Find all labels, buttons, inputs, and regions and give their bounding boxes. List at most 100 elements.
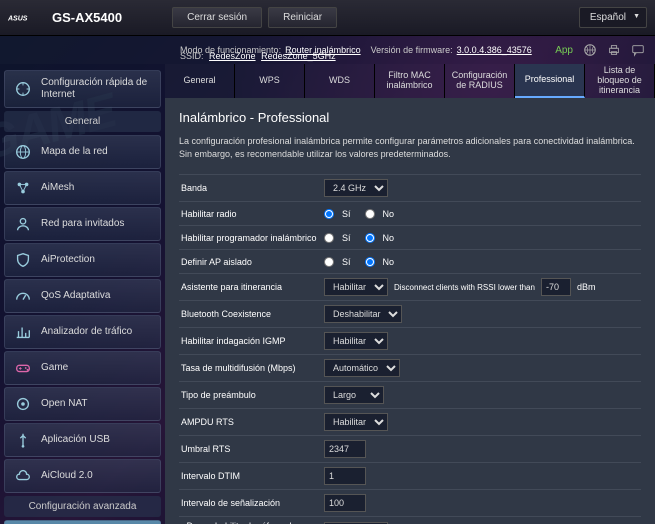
rssi-input[interactable] — [541, 278, 571, 296]
reboot-button[interactable]: Reiniciar — [268, 7, 337, 28]
roaming-label: Asistente para itinerancia — [179, 282, 324, 292]
tab-roaming-block[interactable]: Lista de bloqueo de itinerancia — [585, 64, 655, 98]
printer-icon[interactable] — [607, 43, 621, 57]
igmp-select[interactable]: Habilitar — [324, 332, 388, 350]
roaming-select[interactable]: Habilitar — [324, 278, 388, 296]
sidebar-item-label: Red para invitados — [41, 218, 124, 230]
sidebar-item-opennat[interactable]: Open NAT — [4, 387, 161, 421]
tab-professional[interactable]: Professional — [515, 64, 585, 98]
tab-wps[interactable]: WPS — [235, 64, 305, 98]
no-label: No — [383, 233, 395, 243]
no-label: No — [383, 257, 395, 267]
rts-threshold-input[interactable] — [324, 440, 366, 458]
sidebar-item-network-map[interactable]: Mapa de la red — [4, 135, 161, 169]
sidebar-item-aiprotection[interactable]: AiProtection — [4, 243, 161, 277]
tab-radius[interactable]: Configuración de RADIUS — [445, 64, 515, 98]
ap-isolated-no[interactable] — [365, 257, 375, 267]
sidebar-item-wireless[interactable]: Inalámbrico — [4, 520, 161, 524]
sidebar-section-advanced: Configuración avanzada — [4, 496, 161, 517]
chart-icon — [13, 322, 33, 342]
globe-icon[interactable] — [583, 43, 597, 57]
beacon-input[interactable] — [324, 494, 366, 512]
ssid-row: SSID: RedesZone RedesZone_5GHz — [180, 51, 336, 61]
sidebar-item-aimesh[interactable]: AiMesh — [4, 171, 161, 205]
sidebar-section-general: General — [4, 111, 161, 132]
map-icon — [13, 142, 33, 162]
cloud-icon — [13, 466, 33, 486]
bt-coexist-label: Bluetooth Coexistence — [179, 309, 324, 319]
sidebar-item-label: AiCloud 2.0 — [41, 470, 93, 482]
tab-general[interactable]: General — [165, 64, 235, 98]
game-icon — [13, 358, 33, 378]
ssid-2[interactable]: RedesZone_5GHz — [261, 51, 336, 61]
ssid-label: SSID: — [180, 51, 204, 61]
ampdu-rts-label: AMPDU RTS — [179, 417, 324, 427]
nat-icon — [13, 394, 33, 414]
topbar: ASUS GS-AX5400 Cerrar sesión Reiniciar E… — [0, 0, 655, 36]
dtim-label: Intervalo DTIM — [179, 471, 324, 481]
sidebar-item-label: Open NAT — [41, 398, 88, 410]
enable-radio-no[interactable] — [365, 209, 375, 219]
firmware-label: Versión de firmware: — [371, 45, 453, 55]
usb-icon — [13, 430, 33, 450]
tab-bar: General WPS WDS Filtro MAC inalámbrico C… — [165, 64, 655, 98]
ap-isolated-label: Definir AP aislado — [179, 257, 324, 267]
sidebar-item-guest[interactable]: Red para invitados — [4, 207, 161, 241]
rts-threshold-label: Umbral RTS — [179, 444, 324, 454]
bt-coexist-select[interactable]: Deshabilitar — [324, 305, 402, 323]
enable-radio-label: Habilitar radio — [179, 209, 324, 219]
sidebar-item-label: Game — [41, 362, 68, 374]
dtim-input[interactable] — [324, 467, 366, 485]
sidebar-item-aicloud[interactable]: AiCloud 2.0 — [4, 459, 161, 493]
feedback-icon[interactable] — [631, 43, 645, 57]
sidebar-item-label: AiMesh — [41, 182, 74, 194]
roaming-text: Disconnect clients with RSSI lower than — [394, 283, 535, 292]
preamble-label: Tipo de preámbulo — [179, 390, 324, 400]
sidebar-item-label: Mapa de la red — [41, 146, 108, 158]
model-name: GS-AX5400 — [52, 10, 122, 25]
page-description: La configuración profesional inalámbrica… — [179, 135, 641, 160]
sidebar: Configuración rápida de Internet General… — [0, 64, 165, 524]
mesh-icon — [13, 178, 33, 198]
guest-icon — [13, 214, 33, 234]
sidebar-item-qos[interactable]: QoS Adaptativa — [4, 279, 161, 313]
igmp-label: Habilitar indagación IGMP — [179, 336, 324, 346]
page-title: Inalámbrico - Professional — [179, 110, 641, 125]
preamble-select[interactable]: Largo — [324, 386, 384, 404]
scheduler-yes[interactable] — [324, 233, 334, 243]
enable-radio-yes[interactable] — [324, 209, 334, 219]
setup-icon — [13, 79, 33, 99]
sidebar-item-label: AiProtection — [41, 254, 95, 266]
band-select[interactable]: 2.4 GHz — [324, 179, 388, 197]
svg-text:ASUS: ASUS — [8, 15, 28, 22]
enable-scheduler-label: Habilitar programador inalámbrico — [179, 233, 324, 243]
sidebar-item-game[interactable]: Game — [4, 351, 161, 385]
sidebar-item-usb[interactable]: Aplicación USB — [4, 423, 161, 457]
logout-button[interactable]: Cerrar sesión — [172, 7, 262, 28]
beacon-label: Intervalo de señalización — [179, 498, 324, 508]
sidebar-item-label: Aplicación USB — [41, 434, 110, 446]
shield-icon — [13, 250, 33, 270]
tab-mac-filter[interactable]: Filtro MAC inalámbrico — [375, 64, 445, 98]
roaming-unit: dBm — [577, 282, 596, 292]
ap-isolated-yes[interactable] — [324, 257, 334, 267]
sidebar-item-quick-setup[interactable]: Configuración rápida de Internet — [4, 70, 161, 108]
ssid-1[interactable]: RedesZone — [209, 51, 256, 61]
mcast-select[interactable]: Automático — [324, 359, 400, 377]
sidebar-item-traffic[interactable]: Analizador de tráfico — [4, 315, 161, 349]
content-panel: Inalámbrico - Professional La configurac… — [165, 98, 655, 524]
yes-label: Sí — [342, 209, 351, 219]
scheduler-no[interactable] — [365, 233, 375, 243]
gauge-icon — [13, 286, 33, 306]
brand-logo: ASUS — [8, 12, 48, 24]
language-select[interactable]: Español — [579, 7, 647, 28]
sidebar-item-label: Configuración rápida de Internet — [41, 77, 152, 101]
sidebar-item-label: Analizador de tráfico — [41, 326, 132, 338]
firmware-link[interactable]: 3.0.0.4.386_43576 — [457, 45, 532, 55]
app-link[interactable]: App — [555, 45, 573, 56]
yes-label: Sí — [342, 257, 351, 267]
tab-wds[interactable]: WDS — [305, 64, 375, 98]
sidebar-item-label: QoS Adaptativa — [41, 290, 111, 302]
ampdu-rts-select[interactable]: Habilitar — [324, 413, 388, 431]
mcast-label: Tasa de multidifusión (Mbps) — [179, 363, 324, 373]
